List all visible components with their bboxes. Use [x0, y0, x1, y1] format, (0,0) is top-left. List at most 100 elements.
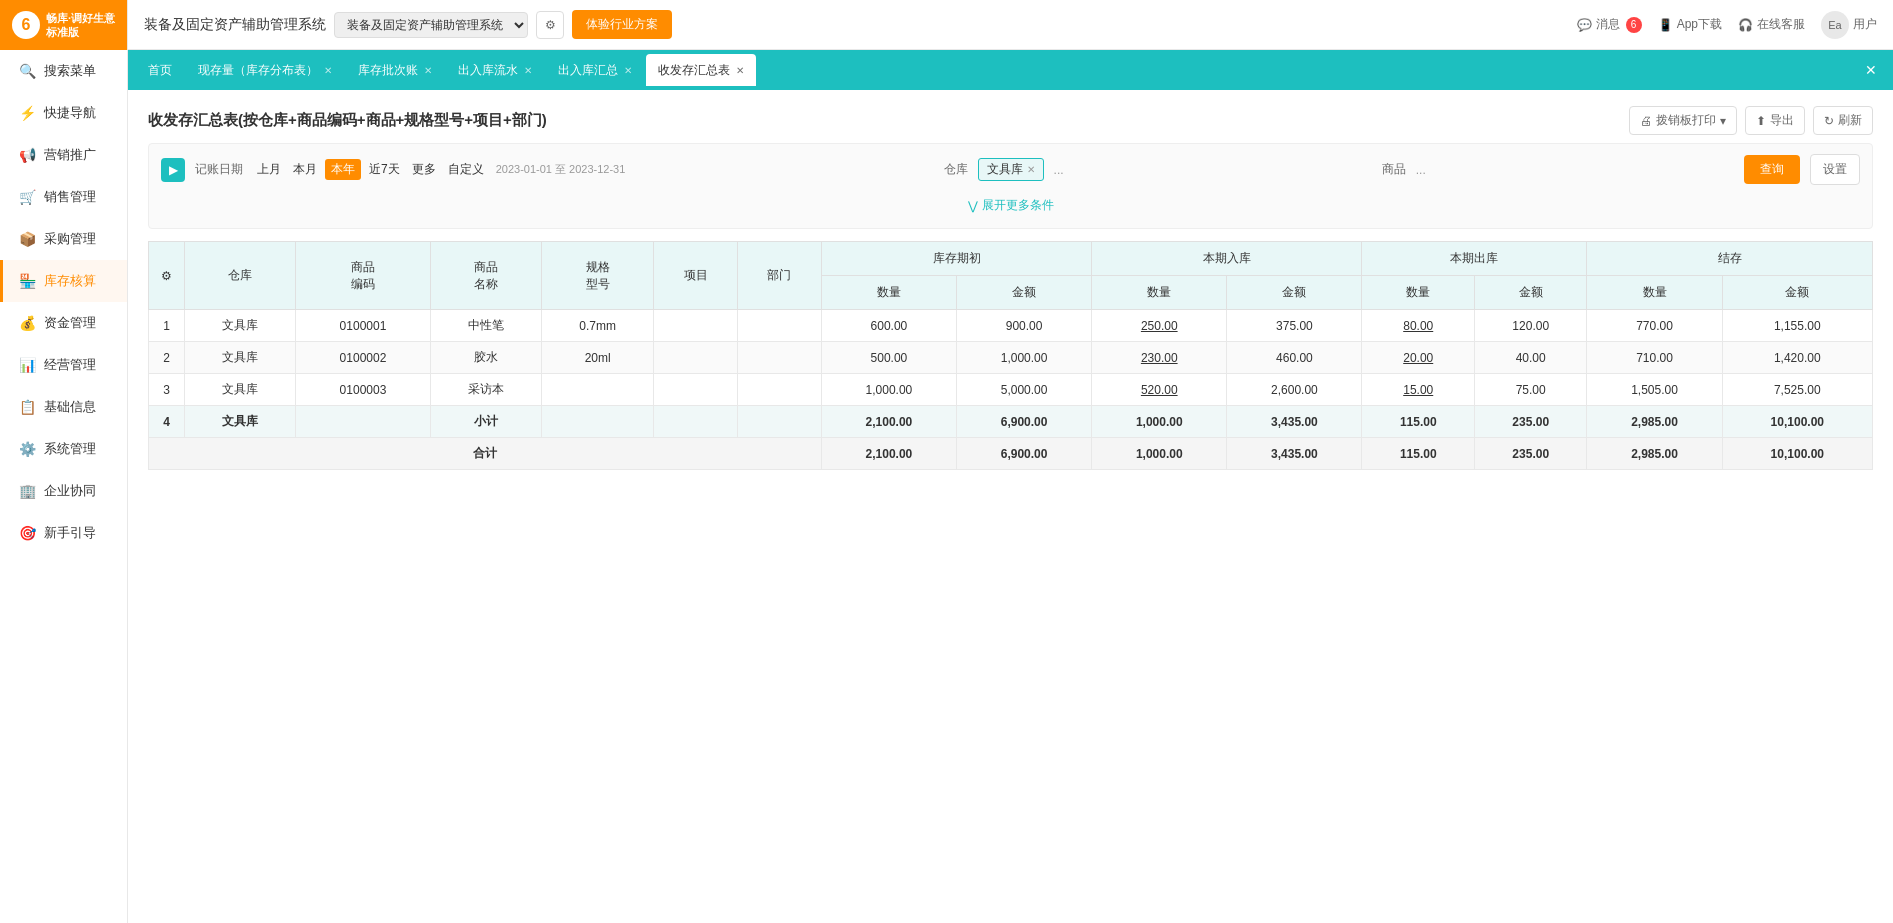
sidebar-item-basic[interactable]: 📋基础信息: [0, 386, 127, 428]
sidebar-item-finance[interactable]: 💰资金管理: [0, 302, 127, 344]
print-button[interactable]: 🖨 拨销板打印 ▾: [1629, 106, 1737, 135]
message-badge: 6: [1626, 17, 1642, 33]
row-in-amount: 2,600.00: [1227, 374, 1362, 406]
sidebar-item-sales[interactable]: 🛒 销售管理: [0, 176, 127, 218]
date-last-month-btn[interactable]: 上月: [253, 159, 285, 180]
row-out-qty[interactable]: 20.00: [1362, 342, 1474, 374]
product-more-btn[interactable]: ...: [1416, 163, 1426, 177]
date-custom-btn[interactable]: 自定义: [444, 159, 488, 180]
warehouse-tag-close-icon[interactable]: ✕: [1027, 164, 1035, 175]
sidebar-item-label: 销售管理: [44, 188, 96, 206]
tab-close-all-btn[interactable]: ✕: [1857, 62, 1885, 78]
row-in-amount: 375.00: [1227, 310, 1362, 342]
row-in-qty[interactable]: 230.00: [1092, 342, 1227, 374]
export-label: 导出: [1770, 112, 1794, 129]
system-select[interactable]: 装备及固定资产辅助管理系统: [334, 12, 528, 38]
table-row: 3文具库0100003采访本1,000.005,000.00520.002,60…: [149, 374, 1873, 406]
export-button[interactable]: ⬆ 导出: [1745, 106, 1805, 135]
expand-conditions-btn[interactable]: ⋁ 展开更多条件: [960, 193, 1062, 218]
row-spec: [541, 406, 653, 438]
date-more-btn[interactable]: 更多: [408, 159, 440, 180]
sidebar-item-purchase[interactable]: 📦采购管理: [0, 218, 127, 260]
app-logo: 6 畅库·调好生意 标准版: [0, 0, 127, 50]
sidebar-item-operation[interactable]: 📊 经营管理: [0, 344, 127, 386]
row-in-qty[interactable]: 250.00: [1092, 310, 1227, 342]
date-7days-btn[interactable]: 近7天: [365, 159, 404, 180]
row-department: [738, 406, 822, 438]
row-in-qty[interactable]: 520.00: [1092, 374, 1227, 406]
online-service-btn[interactable]: 🎧 在线客服: [1738, 16, 1805, 33]
date-this-year-btn[interactable]: 本年: [325, 159, 361, 180]
tab-close-icon[interactable]: ✕: [324, 65, 332, 76]
message-btn[interactable]: 💬 消息 6: [1577, 16, 1642, 33]
row-out-qty: 115.00: [1362, 406, 1474, 438]
row-no: 1: [149, 310, 185, 342]
tab---[interactable]: 首页: [136, 54, 184, 86]
logo-icon: 6: [12, 11, 40, 39]
sidebar-item-label: 经营管理: [44, 356, 96, 374]
th-warehouse: 仓库: [185, 242, 296, 310]
date-filter-buttons: 上月 本月 本年 近7天 更多 自定义 2023-01-01 至 2023-12…: [253, 159, 625, 180]
tab-----------[interactable]: 现存量（库存分布表）✕: [186, 54, 344, 86]
trial-button[interactable]: 体验行业方案: [572, 10, 672, 39]
tab------[interactable]: 出入库汇总✕: [546, 54, 644, 86]
data-table: ⚙ 仓库 商品编码 商品名称 规格型号 项目 部门 库存期初 本期入库 本期出库…: [148, 241, 1873, 470]
row-balance-amount: 7,525.00: [1722, 374, 1872, 406]
system-title: 装备及固定资产辅助管理系统: [144, 16, 326, 34]
guide-icon: 🎯: [19, 525, 36, 541]
sidebar-item-label: 采购管理: [44, 230, 96, 248]
row-out-qty[interactable]: 80.00: [1362, 310, 1474, 342]
export-icon: ⬆: [1756, 114, 1766, 128]
sales-icon: 🛒: [19, 189, 36, 205]
page-actions: 🖨 拨销板打印 ▾ ⬆ 导出 ↻ 刷新: [1629, 106, 1873, 135]
query-button[interactable]: 查询: [1744, 155, 1800, 184]
setting-button[interactable]: 设置: [1810, 154, 1860, 185]
sidebar-item-label: 库存核算: [44, 272, 96, 290]
sidebar-item-label: 搜索菜单: [44, 62, 96, 80]
warehouse-more-btn[interactable]: ...: [1054, 163, 1064, 177]
row-department: [738, 374, 822, 406]
system-icon: ⚙️: [19, 441, 36, 457]
print-icon: 🖨: [1640, 114, 1652, 128]
sidebar-item-guide[interactable]: 🎯新手引导: [0, 512, 127, 554]
app-download-btn[interactable]: 📱 App下载: [1658, 16, 1722, 33]
tab-------[interactable]: 收发存汇总表✕: [646, 54, 756, 86]
tab-close-icon[interactable]: ✕: [424, 65, 432, 76]
page-title: 收发存汇总表(按仓库+商品编码+商品+规格型号+项目+部门): [148, 111, 547, 130]
footer-out-amount: 235.00: [1474, 438, 1586, 470]
sidebar-item-inventory[interactable]: 🏪库存核算: [0, 260, 127, 302]
date-this-month-btn[interactable]: 本月: [289, 159, 321, 180]
sidebar-item-quick-nav[interactable]: ⚡快捷导航: [0, 92, 127, 134]
row-code: [295, 406, 430, 438]
date-range-display: 2023-01-01 至 2023-12-31: [496, 162, 626, 177]
sidebar-item-corp[interactable]: 🏢企业协同: [0, 470, 127, 512]
sidebar-item-label: 系统管理: [44, 440, 96, 458]
tab------[interactable]: 库存批次账✕: [346, 54, 444, 86]
row-department: [738, 310, 822, 342]
operation-icon: 📊: [19, 357, 36, 373]
tab-close-icon[interactable]: ✕: [736, 65, 744, 76]
settings-icon[interactable]: ⚙: [536, 11, 564, 39]
filter-toggle-btn[interactable]: ▶: [161, 158, 185, 182]
row-name: 小计: [431, 406, 542, 438]
row-opening-amount: 6,900.00: [957, 406, 1092, 438]
sidebar-item-search[interactable]: 🔍搜索菜单: [0, 50, 127, 92]
sidebar-item-system[interactable]: ⚙️ 系统管理: [0, 428, 127, 470]
row-out-qty[interactable]: 15.00: [1362, 374, 1474, 406]
tabbar: 首页现存量（库存分布表）✕库存批次账✕出入库流水✕出入库汇总✕收发存汇总表✕✕: [128, 50, 1893, 90]
sidebar-item-marketing[interactable]: 📢营销推广: [0, 134, 127, 176]
tab-label: 出入库流水: [458, 62, 518, 79]
tab-close-icon[interactable]: ✕: [624, 65, 632, 76]
th-opening-amount: 金额: [957, 276, 1092, 310]
th-product-code: 商品编码: [295, 242, 430, 310]
refresh-button[interactable]: ↻ 刷新: [1813, 106, 1873, 135]
row-no: 2: [149, 342, 185, 374]
footer-in-amount: 3,435.00: [1227, 438, 1362, 470]
row-warehouse: 文具库: [185, 374, 296, 406]
expand-icon: ⋁: [968, 199, 978, 213]
tab------[interactable]: 出入库流水 ✕: [446, 54, 544, 86]
logo-text: 畅库·调好生意 标准版: [46, 11, 115, 40]
user-btn[interactable]: Ea 用户: [1821, 11, 1877, 39]
tab-close-icon[interactable]: ✕: [524, 65, 532, 76]
product-filter-label: 商品: [1382, 161, 1406, 178]
